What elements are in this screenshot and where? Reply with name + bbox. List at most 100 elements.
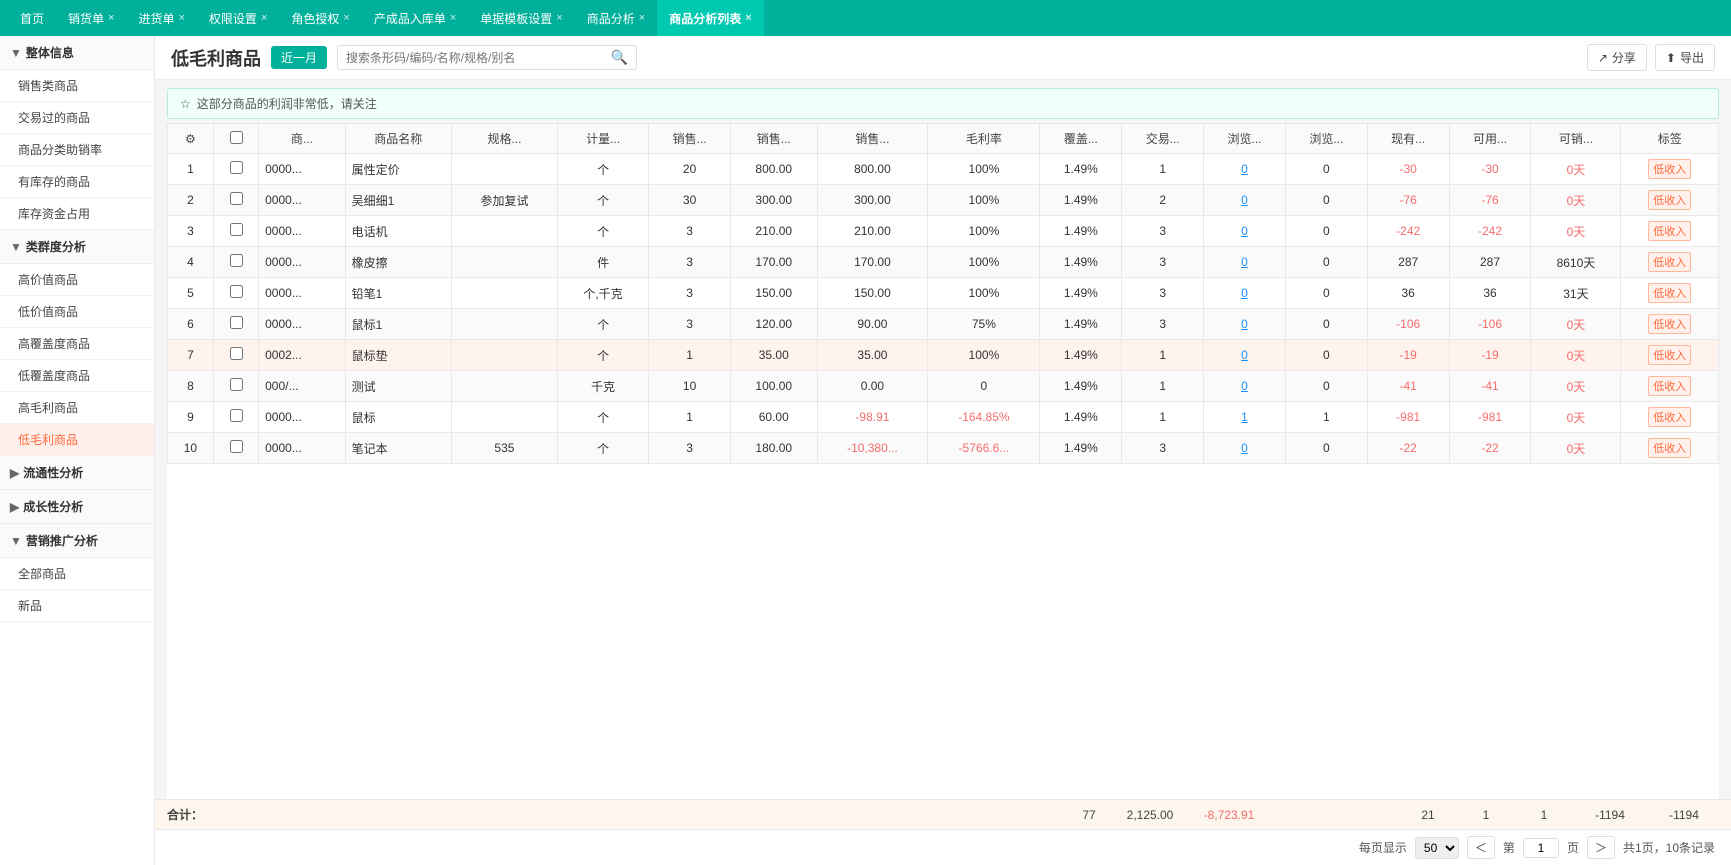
nav-purchase-close[interactable]: × <box>178 12 184 24</box>
row-unit: 个 <box>558 340 649 371</box>
row-name[interactable]: 鼠标1 <box>345 309 451 340</box>
col-code[interactable]: 商... <box>259 124 346 154</box>
col-transactions[interactable]: 交易... <box>1122 124 1204 154</box>
nav-template-close[interactable]: × <box>556 12 562 24</box>
sidebar-item-category-rate[interactable]: 商品分类助销率 <box>0 134 154 166</box>
col-sales-count[interactable]: 销售... <box>649 124 731 154</box>
sidebar-section-marketing[interactable]: ▼ 营销推广分析 <box>0 524 154 558</box>
row-views1[interactable]: 0 <box>1204 340 1286 371</box>
sidebar-item-high-margin[interactable]: 高毛利商品 <box>0 392 154 424</box>
row-name[interactable]: 鼠标 <box>345 402 451 433</box>
row-name[interactable]: 测试 <box>345 371 451 402</box>
search-input[interactable] <box>346 51 611 65</box>
row-checkbox[interactable] <box>213 371 258 402</box>
row-views1[interactable]: 0 <box>1204 154 1286 185</box>
col-checkbox[interactable] <box>213 124 258 154</box>
nav-permission[interactable]: 权限设置 × <box>197 0 279 36</box>
sidebar-item-new-goods[interactable]: 新品 <box>0 590 154 622</box>
col-gross-margin[interactable]: 毛利率 <box>928 124 1040 154</box>
total-views1: 1 <box>1459 808 1513 822</box>
row-name[interactable]: 属性定价 <box>345 154 451 185</box>
export-button[interactable]: ⬆ 导出 <box>1655 44 1715 71</box>
nav-purchase[interactable]: 进货单 × <box>126 0 196 36</box>
col-spec[interactable]: 规格... <box>451 124 557 154</box>
nav-sales-close[interactable]: × <box>108 12 114 24</box>
row-views1[interactable]: 0 <box>1204 247 1286 278</box>
row-name[interactable]: 电话机 <box>345 216 451 247</box>
sidebar-section-cluster[interactable]: ▼ 类群度分析 <box>0 230 154 264</box>
per-page-select[interactable]: 50 <box>1415 837 1459 859</box>
nav-template[interactable]: 单据模板设置 × <box>468 0 574 36</box>
row-name[interactable]: 笔记本 <box>345 433 451 464</box>
row-views1[interactable]: 0 <box>1204 309 1286 340</box>
col-tag[interactable]: 标签 <box>1621 124 1719 154</box>
chevron-down-icon-3: ▼ <box>10 534 22 548</box>
row-views1[interactable]: 0 <box>1204 185 1286 216</box>
prev-page-button[interactable]: ＜ <box>1467 836 1495 859</box>
nav-goods-analysis-close[interactable]: × <box>639 12 645 24</box>
nav-product-entry[interactable]: 产成品入库单 × <box>362 0 468 36</box>
sidebar-item-high-coverage[interactable]: 高覆盖度商品 <box>0 328 154 360</box>
page-number-input[interactable] <box>1523 838 1559 858</box>
sidebar-item-all-goods[interactable]: 全部商品 <box>0 558 154 590</box>
sidebar-section-growth[interactable]: ▶ 成长性分析 <box>0 490 154 524</box>
col-coverage[interactable]: 覆盖... <box>1040 124 1122 154</box>
col-sales-price[interactable]: 销售... <box>730 124 817 154</box>
sidebar-item-low-value[interactable]: 低价值商品 <box>0 296 154 328</box>
col-sales-amount[interactable]: 销售... <box>817 124 928 154</box>
col-views1[interactable]: 浏览... <box>1204 124 1286 154</box>
nav-sales[interactable]: 销货单 × <box>56 0 126 36</box>
row-checkbox[interactable] <box>213 247 258 278</box>
search-icon[interactable]: 🔍 <box>611 49 628 66</box>
sidebar-item-traded-goods[interactable]: 交易过的商品 <box>0 102 154 134</box>
row-checkbox[interactable] <box>213 185 258 216</box>
row-checkbox[interactable] <box>213 309 258 340</box>
table-row: 6 0000... 鼠标1 个 3 120.00 90.00 75% 1.49%… <box>168 309 1719 340</box>
row-name[interactable]: 橡皮擦 <box>345 247 451 278</box>
row-sales-price: 100.00 <box>730 371 817 402</box>
row-name[interactable]: 吴细细1 <box>345 185 451 216</box>
row-checkbox[interactable] <box>213 402 258 433</box>
nav-role[interactable]: 角色授权 × <box>279 0 361 36</box>
col-unit[interactable]: 计量... <box>558 124 649 154</box>
row-checkbox[interactable] <box>213 433 258 464</box>
col-views2[interactable]: 浏览... <box>1285 124 1367 154</box>
col-available-stock[interactable]: 可用... <box>1449 124 1531 154</box>
sidebar-section-general[interactable]: ▼ 整体信息 <box>0 36 154 70</box>
sidebar-item-in-stock[interactable]: 有库存的商品 <box>0 166 154 198</box>
row-views1[interactable]: 1 <box>1204 402 1286 433</box>
select-all-checkbox[interactable] <box>230 131 243 144</box>
row-views1[interactable]: 0 <box>1204 216 1286 247</box>
share-button[interactable]: ↗ 分享 <box>1587 44 1647 71</box>
col-saleable-days[interactable]: 可销... <box>1531 124 1621 154</box>
search-box[interactable]: 🔍 <box>337 45 637 70</box>
row-views1[interactable]: 0 <box>1204 433 1286 464</box>
nav-product-entry-close[interactable]: × <box>450 12 456 24</box>
row-checkbox[interactable] <box>213 216 258 247</box>
row-name[interactable]: 铅笔1 <box>345 278 451 309</box>
row-checkbox[interactable] <box>213 154 258 185</box>
nav-goods-analysis[interactable]: 商品分析 × <box>575 0 657 36</box>
nav-goods-analysis-list-close[interactable]: × <box>745 12 751 24</box>
col-current-stock[interactable]: 现有... <box>1367 124 1449 154</box>
nav-home[interactable]: 首页 <box>8 0 56 36</box>
next-page-button[interactable]: ＞ <box>1587 836 1615 859</box>
row-checkbox[interactable] <box>213 340 258 371</box>
sidebar-item-low-margin[interactable]: 低毛利商品 <box>0 424 154 456</box>
sidebar-item-low-coverage[interactable]: 低覆盖度商品 <box>0 360 154 392</box>
col-settings[interactable]: ⚙ <box>168 124 214 154</box>
row-views1[interactable]: 0 <box>1204 371 1286 402</box>
row-num: 4 <box>168 247 214 278</box>
row-name[interactable]: 鼠标垫 <box>345 340 451 371</box>
sidebar-item-sales-goods[interactable]: 销售类商品 <box>0 70 154 102</box>
filter-recent-month-button[interactable]: 近一月 <box>271 46 327 69</box>
sidebar-section-flow[interactable]: ▶ 流通性分析 <box>0 456 154 490</box>
row-views1[interactable]: 0 <box>1204 278 1286 309</box>
nav-role-close[interactable]: × <box>343 12 349 24</box>
sidebar-item-high-value[interactable]: 高价值商品 <box>0 264 154 296</box>
sidebar-item-inventory-capital[interactable]: 库存资金占用 <box>0 198 154 230</box>
col-name[interactable]: 商品名称 <box>345 124 451 154</box>
row-checkbox[interactable] <box>213 278 258 309</box>
nav-goods-analysis-list[interactable]: 商品分析列表 × <box>657 0 763 36</box>
nav-permission-close[interactable]: × <box>261 12 267 24</box>
